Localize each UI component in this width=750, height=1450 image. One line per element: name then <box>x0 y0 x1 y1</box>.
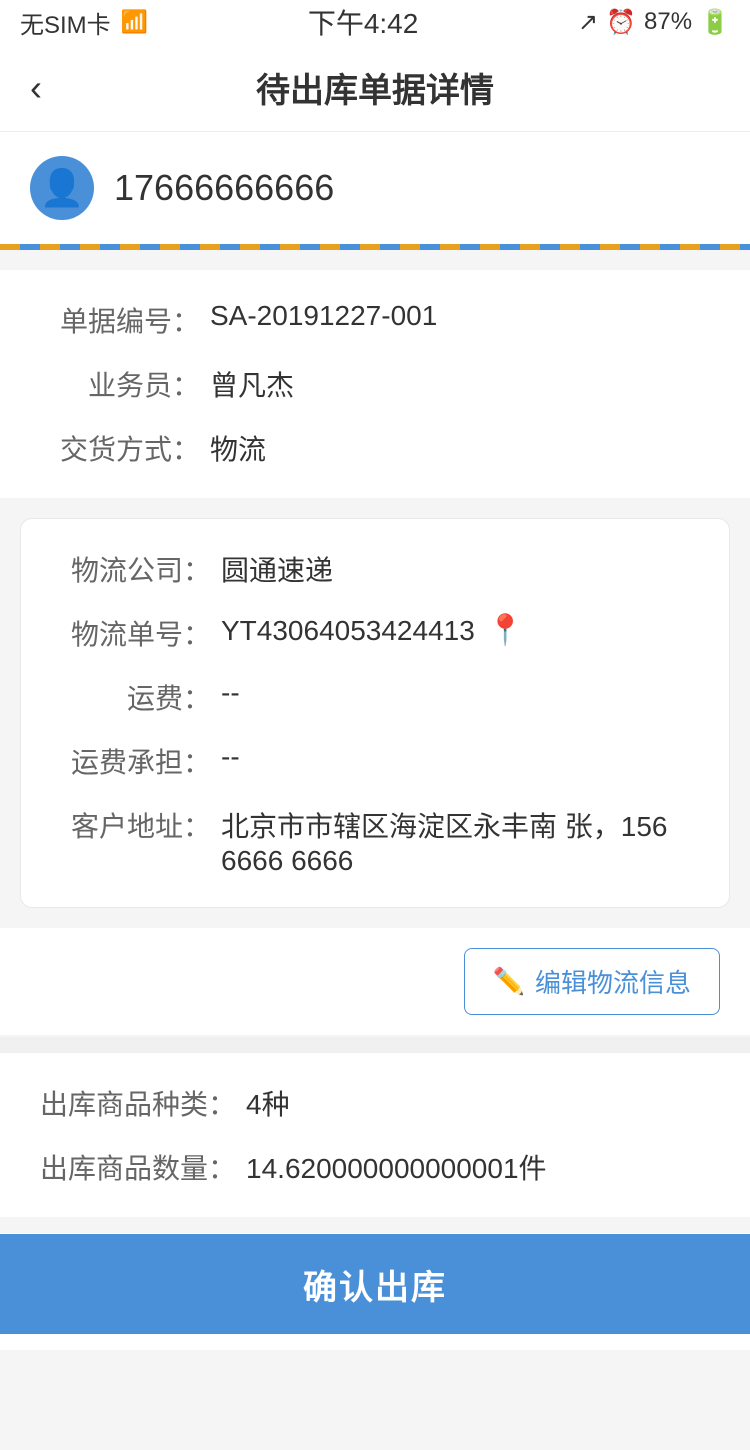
back-button[interactable]: ‹ <box>30 67 42 109</box>
edit-logistics-area: ✏️ 编辑物流信息 <box>0 928 750 1035</box>
logistics-company-value: 圆通速递 <box>211 549 699 589</box>
confirm-outbound-button[interactable]: 确认出库 <box>0 1234 750 1334</box>
delivery-label: 交货方式： <box>40 428 200 468</box>
freight-bear-row: 运费承担： -- <box>51 741 699 781</box>
logistics-company-label: 物流公司： <box>51 549 211 589</box>
salesman-value: 曾凡杰 <box>200 364 710 404</box>
address-row: 客户地址： 北京市市辖区海淀区永丰南 张，156 6666 6666 <box>51 805 699 877</box>
goods-quantity-label: 出库商品数量： <box>40 1147 236 1187</box>
avatar: 👤 <box>30 156 94 220</box>
confirm-btn-wrap: 确认出库 <box>0 1234 750 1334</box>
address-label: 客户地址： <box>51 805 211 845</box>
location-icon: ↗ <box>578 8 598 37</box>
edit-icon: ✏️ <box>493 966 525 997</box>
document-info-section: 单据编号： SA-20191227-001 业务员： 曾凡杰 交货方式： 物流 <box>0 270 750 498</box>
delivery-value: 物流 <box>200 428 710 468</box>
doc-number-label: 单据编号： <box>40 300 200 340</box>
edit-logistics-button[interactable]: ✏️ 编辑物流信息 <box>464 948 720 1015</box>
salesman-label: 业务员： <box>40 364 200 404</box>
delivery-row: 交货方式： 物流 <box>40 428 710 468</box>
bottom-spacer <box>0 1350 750 1430</box>
salesman-row: 业务员： 曾凡杰 <box>40 364 710 404</box>
status-bar: 无SIM卡 📶 下午4:42 ↗ ⏰ 87% 🔋 <box>0 0 750 44</box>
goods-type-label: 出库商品种类： <box>40 1083 236 1123</box>
avatar-icon: 👤 <box>40 167 85 209</box>
customer-phone: 17666666666 <box>114 167 334 209</box>
logistics-card: 物流公司： 圆通速递 物流单号： YT43064053424413 📍 运费： … <box>20 518 730 908</box>
goods-type-row: 出库商品种类： 4种 <box>40 1083 710 1123</box>
status-time: 下午4:42 <box>308 2 419 42</box>
doc-number-value: SA-20191227-001 <box>200 300 710 332</box>
logistics-tracking-label: 物流单号： <box>51 613 211 653</box>
freight-bear-label: 运费承担： <box>51 741 211 781</box>
logistics-tracking-row: 物流单号： YT43064053424413 📍 <box>51 613 699 653</box>
status-left: 无SIM卡 📶 <box>20 5 148 40</box>
nav-bar: ‹ 待出库单据详情 <box>0 44 750 132</box>
address-value: 北京市市辖区海淀区永丰南 张，156 6666 6666 <box>211 805 699 877</box>
customer-header: 👤 17666666666 <box>0 132 750 244</box>
wifi-icon: 📶 <box>121 9 148 35</box>
goods-quantity-value: 14.620000000000001件 <box>236 1147 710 1187</box>
battery-icon: 🔋 <box>700 8 730 37</box>
status-right: ↗ ⏰ 87% 🔋 <box>578 8 730 37</box>
alarm-icon: ⏰ <box>606 8 636 37</box>
logistics-company-row: 物流公司： 圆通速递 <box>51 549 699 589</box>
freight-bear-value: -- <box>211 741 699 773</box>
goods-section: 出库商品种类： 4种 出库商品数量： 14.620000000000001件 <box>0 1053 750 1217</box>
goods-quantity-row: 出库商品数量： 14.620000000000001件 <box>40 1147 710 1187</box>
battery-text: 87% <box>644 8 692 36</box>
carrier-text: 无SIM卡 <box>20 5 111 40</box>
goods-type-value: 4种 <box>236 1083 710 1123</box>
freight-value: -- <box>211 677 699 709</box>
page-title: 待出库单据详情 <box>256 63 494 112</box>
map-pin-icon[interactable]: 📍 <box>487 613 524 648</box>
freight-label: 运费： <box>51 677 211 717</box>
freight-row: 运费： -- <box>51 677 699 717</box>
logistics-tracking-value: YT43064053424413 📍 <box>211 613 699 648</box>
gray-separator <box>0 1037 750 1053</box>
doc-number-row: 单据编号： SA-20191227-001 <box>40 300 710 340</box>
